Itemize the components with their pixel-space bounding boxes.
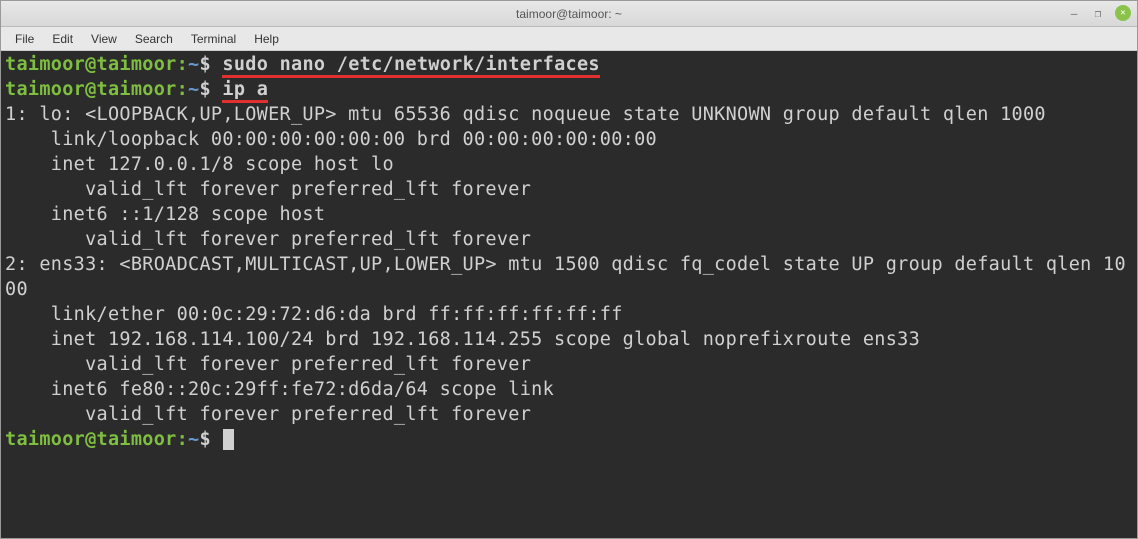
prompt-path: ~ (188, 429, 199, 450)
prompt-dollar: $ (199, 429, 210, 450)
prompt-dollar: $ (199, 54, 210, 75)
menubar: File Edit View Search Terminal Help (1, 27, 1137, 51)
prompt-sep: : (177, 429, 188, 450)
prompt-sep: : (177, 79, 188, 100)
menu-view[interactable]: View (83, 29, 125, 49)
menu-terminal[interactable]: Terminal (183, 29, 244, 49)
prompt-user-host: taimoor@taimoor (5, 429, 177, 450)
menu-file[interactable]: File (7, 29, 42, 49)
prompt-user-host: taimoor@taimoor (5, 54, 177, 75)
menu-search[interactable]: Search (127, 29, 181, 49)
terminal-body[interactable]: taimoor@taimoor:~$ sudo nano /etc/networ… (1, 51, 1137, 538)
prompt-sep: : (177, 54, 188, 75)
prompt-path: ~ (188, 54, 199, 75)
titlebar: taimoor@taimoor: ~ — ❐ (1, 1, 1137, 27)
menu-edit[interactable]: Edit (44, 29, 81, 49)
prompt-user-host: taimoor@taimoor (5, 79, 177, 100)
command-line-1: sudo nano /etc/network/interfaces (222, 54, 599, 78)
terminal-window: taimoor@taimoor: ~ — ❐ File Edit View Se… (0, 0, 1138, 539)
command-output: 1: lo: <LOOPBACK,UP,LOWER_UP> mtu 65536 … (5, 104, 1126, 425)
prompt-path: ~ (188, 79, 199, 100)
maximize-button[interactable]: ❐ (1091, 6, 1105, 20)
prompt-dollar: $ (199, 79, 210, 100)
minimize-button[interactable]: — (1067, 6, 1081, 20)
window-title: taimoor@taimoor: ~ (516, 7, 622, 21)
command-line-2: ip a (222, 79, 268, 103)
cursor (223, 429, 234, 450)
close-button[interactable] (1115, 5, 1131, 21)
menu-help[interactable]: Help (246, 29, 287, 49)
window-controls: — ❐ (1067, 5, 1131, 21)
